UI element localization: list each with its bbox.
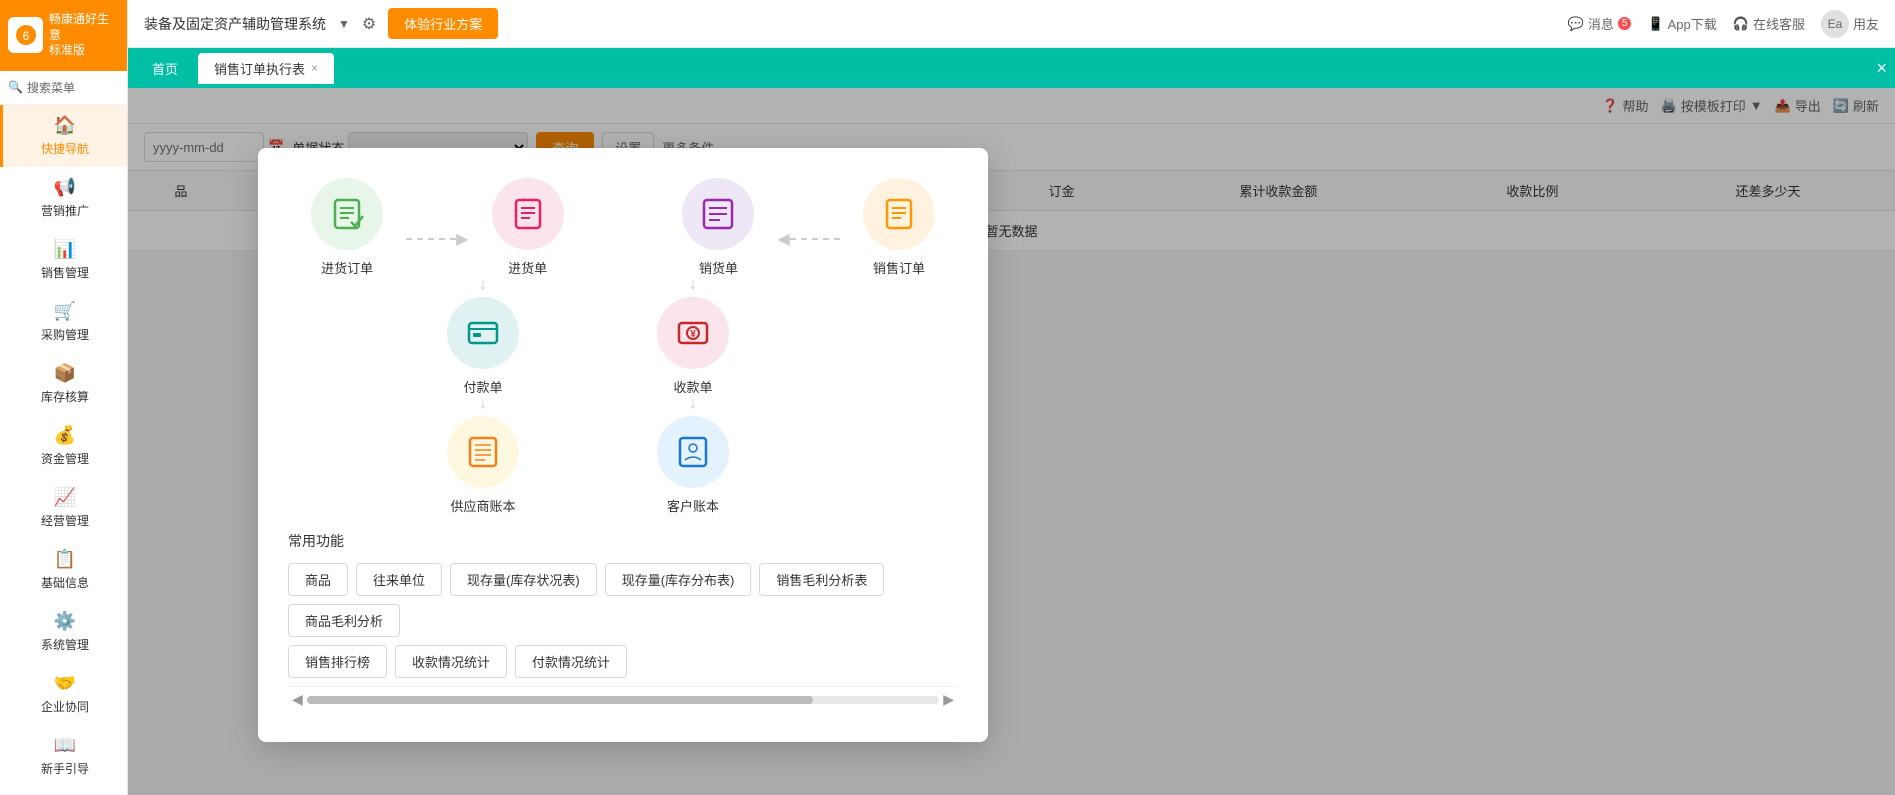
function-btns-row2: 销售排行榜 收款情况统计 付款情况统计 xyxy=(288,645,958,678)
tab-home[interactable]: 首页 xyxy=(136,53,194,84)
func-btn-inventory-status[interactable]: 现存量(库存状况表) xyxy=(450,563,597,596)
sales-order-circle xyxy=(863,178,935,250)
trial-button[interactable]: 体验行业方案 xyxy=(388,8,498,39)
logo-text: 畅康通好生意 标准版 xyxy=(49,12,119,59)
app-icon: 📱 xyxy=(1647,16,1663,32)
supplier-account-node[interactable]: 供应商账本 xyxy=(418,416,548,515)
sidebar-item-system[interactable]: ⚙️ 系统管理 xyxy=(0,601,127,663)
svg-text:¥: ¥ xyxy=(690,329,696,340)
sidebar-item-basic-info[interactable]: 📋 基础信息 xyxy=(0,539,127,601)
common-functions-title: 常用功能 xyxy=(288,531,958,551)
sales-icon: 📊 xyxy=(54,239,76,260)
svg-text:6: 6 xyxy=(22,29,29,43)
operations-icon: 📈 xyxy=(54,487,76,508)
header-dropdown[interactable]: ▼ xyxy=(338,17,350,31)
func-btn-receipt-stats[interactable]: 收款情况统计 xyxy=(395,645,507,678)
sidebar-item-purchase[interactable]: 🛒 采购管理 xyxy=(0,291,127,353)
func-btn-payment-stats[interactable]: 付款情况统计 xyxy=(515,645,627,678)
sidebar-item-operations[interactable]: 📈 经营管理 xyxy=(0,477,127,539)
quick-nav-icon: 🏠 xyxy=(54,115,76,136)
payment-node[interactable]: 付款单 xyxy=(418,297,548,396)
app-download-item[interactable]: 📱 App下载 xyxy=(1647,14,1716,33)
tab-bar-close-icon[interactable]: × xyxy=(1876,58,1887,79)
customer-account-node[interactable]: 客户账本 xyxy=(628,416,758,515)
sidebar-nav: 🏠 快捷导航 📢 营销推广 📊 销售管理 🛒 采购管理 📦 库存核算 💰 xyxy=(0,105,127,795)
receipt-label: 收款单 xyxy=(673,377,712,396)
customer-account-circle xyxy=(657,416,729,488)
scrollbar: ◀ ▶ xyxy=(288,686,958,712)
func-btn-sales-profit[interactable]: 销售毛利分析表 xyxy=(759,563,884,596)
message-badge: 5 xyxy=(1618,17,1632,30)
guide-icon: 📖 xyxy=(54,735,76,756)
tab-close-icon[interactable]: × xyxy=(311,61,318,75)
service-icon: 🎧 xyxy=(1733,16,1749,32)
func-btn-product[interactable]: 商品 xyxy=(288,563,348,596)
sidebar-item-quick-nav[interactable]: 🏠 快捷导航 xyxy=(0,105,127,167)
system-title: 装备及固定资产辅助管理系统 xyxy=(144,14,326,34)
purchase-bill-node[interactable]: 进货单 xyxy=(468,178,586,277)
receipt-node[interactable]: ¥ 收款单 xyxy=(628,297,758,396)
function-btns-row1: 商品 往来单位 现存量(库存状况表) 现存量(库存分布表) 销售毛利分析表 商品… xyxy=(288,563,958,637)
top-header: 装备及固定资产辅助管理系统 ▼ ⚙ 体验行业方案 💬 消息 5 📱 App下载 … xyxy=(128,0,1895,48)
supplier-account-circle xyxy=(447,416,519,488)
payment-label: 付款单 xyxy=(463,377,502,396)
overlay[interactable]: 进货订单 ▶ 进货单 xyxy=(128,88,1895,795)
page-body: ❓ 帮助 🖨️ 按模板打印 ▼ 📤 导出 🔄 刷新 xyxy=(128,88,1895,795)
scroll-thumb xyxy=(307,696,813,704)
online-service-item[interactable]: 🎧 在线客服 xyxy=(1733,14,1805,33)
tab-sales-order-execution[interactable]: 销售订单执行表 × xyxy=(198,53,334,84)
sidebar-item-marketing[interactable]: 📢 营销推广 xyxy=(0,167,127,229)
main-content: 装备及固定资产辅助管理系统 ▼ ⚙ 体验行业方案 💬 消息 5 📱 App下载 … xyxy=(128,0,1895,795)
header-right: 💬 消息 5 📱 App下载 🎧 在线客服 Ea 用友 xyxy=(1568,10,1879,38)
sales-bill-node[interactable]: 销货单 xyxy=(659,178,777,277)
sidebar: 6 畅康通好生意 标准版 🔍 搜索菜单 🏠 快捷导航 📢 营销推广 📊 销售管理 xyxy=(0,0,128,795)
purchase-icon: 🛒 xyxy=(54,301,76,322)
func-btn-inventory-dist[interactable]: 现存量(库存分布表) xyxy=(605,563,752,596)
payment-circle xyxy=(447,297,519,369)
customer-account-label: 客户账本 xyxy=(667,496,719,515)
func-btn-supplier[interactable]: 往来单位 xyxy=(356,563,442,596)
receipt-circle: ¥ xyxy=(657,297,729,369)
popup: 进货订单 ▶ 进货单 xyxy=(258,148,988,742)
sidebar-logo: 6 畅康通好生意 标准版 xyxy=(0,0,127,71)
sidebar-search[interactable]: 🔍 搜索菜单 xyxy=(0,71,127,105)
func-btn-sales-rank[interactable]: 销售排行榜 xyxy=(288,645,387,678)
purchase-bill-circle xyxy=(492,178,564,250)
inventory-icon: 📦 xyxy=(54,363,76,384)
marketing-icon: 📢 xyxy=(54,177,76,198)
func-btn-product-profit[interactable]: 商品毛利分析 xyxy=(288,604,400,637)
sales-order-label: 销售订单 xyxy=(873,258,925,277)
scroll-track[interactable] xyxy=(307,696,939,704)
cooperation-icon: 🤝 xyxy=(54,673,76,694)
logo-icon: 6 xyxy=(8,17,43,53)
scroll-right-arrow[interactable]: ▶ xyxy=(943,691,954,708)
sales-bill-label: 销货单 xyxy=(699,258,738,277)
tab-bar: 首页 销售订单执行表 × × xyxy=(128,48,1895,88)
basic-info-icon: 📋 xyxy=(54,549,76,570)
purchase-order-label: 进货订单 xyxy=(321,258,373,277)
message-icon: 💬 xyxy=(1568,16,1584,32)
sales-bill-circle xyxy=(682,178,754,250)
sales-order-node[interactable]: 销售订单 xyxy=(840,178,958,277)
sidebar-item-sales[interactable]: 📊 销售管理 xyxy=(0,229,127,291)
supplier-account-label: 供应商账本 xyxy=(450,496,515,515)
message-item[interactable]: 💬 消息 5 xyxy=(1568,14,1632,33)
user-item[interactable]: Ea 用友 xyxy=(1821,10,1879,38)
purchase-bill-label: 进货单 xyxy=(508,258,547,277)
sidebar-item-guide[interactable]: 📖 新手引导 xyxy=(0,725,127,787)
user-avatar: Ea xyxy=(1821,10,1849,38)
sidebar-item-inventory[interactable]: 📦 库存核算 xyxy=(0,353,127,415)
system-icon: ⚙️ xyxy=(54,611,76,632)
sidebar-item-cooperation[interactable]: 🤝 企业协同 xyxy=(0,663,127,725)
purchase-order-node[interactable]: 进货订单 xyxy=(288,178,406,277)
search-icon: 🔍 xyxy=(8,80,23,94)
purchase-order-circle xyxy=(311,178,383,250)
finance-icon: 💰 xyxy=(54,425,76,446)
sidebar-item-finance[interactable]: 💰 资金管理 xyxy=(0,415,127,477)
scroll-left-arrow[interactable]: ◀ xyxy=(292,691,303,708)
common-functions: 常用功能 商品 往来单位 现存量(库存状况表) 现存量(库存分布表) 销售毛利分… xyxy=(288,531,958,678)
settings-icon[interactable]: ⚙ xyxy=(362,14,376,34)
